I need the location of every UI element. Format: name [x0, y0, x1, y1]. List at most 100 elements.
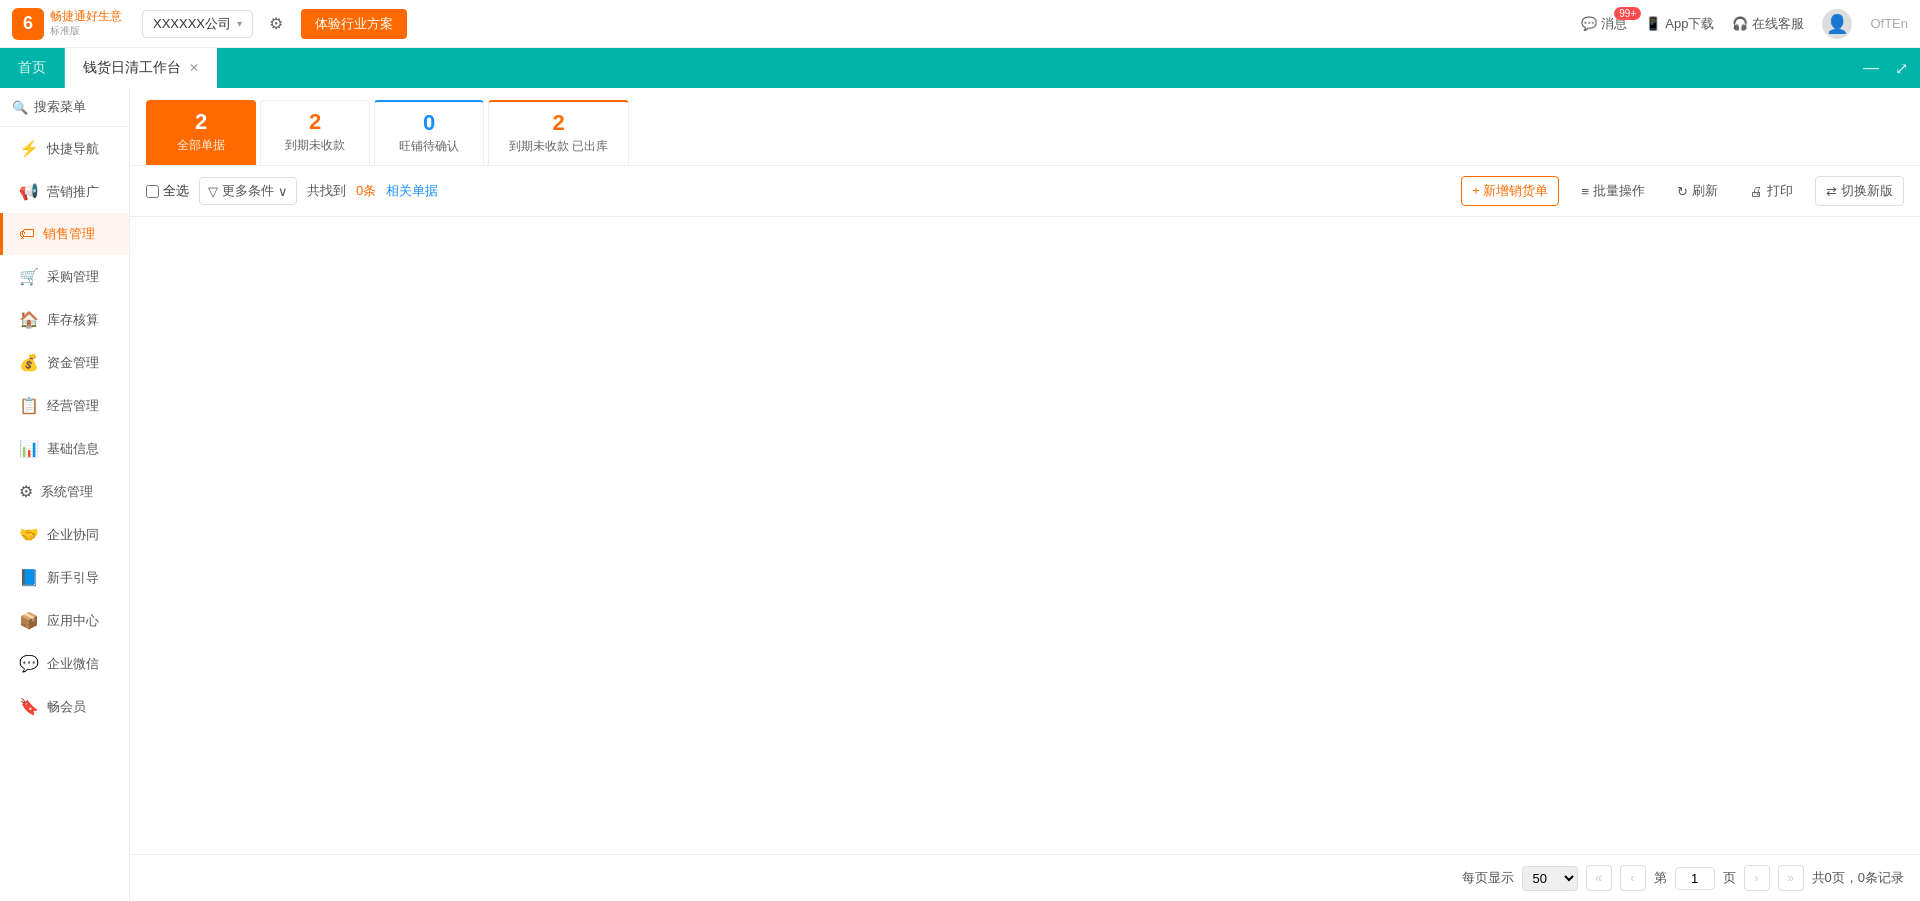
sidebar-item-label-inventory: 库存核算: [47, 311, 99, 329]
nav-tabs-bar: 首页 钱货日清工作台 ✕ — ⤢: [0, 48, 1920, 88]
filter-chevron-icon: ∨: [278, 184, 288, 199]
filter-button[interactable]: ▽ 更多条件 ∨: [199, 177, 297, 205]
main-layout: 🔍 搜索菜单 ⚡ 快捷导航 📢 营销推广 🏷 销售管理 🛒 采购管理 🏠 库存核…: [0, 88, 1920, 901]
stat-tab-wangpu[interactable]: 0 旺铺待确认: [374, 100, 484, 165]
trial-button[interactable]: 体验行业方案: [301, 9, 407, 39]
sidebar-item-marketing[interactable]: 📢 营销推广: [0, 170, 129, 213]
logo-icon: 6: [12, 8, 44, 40]
stat-overdue-number: 2: [281, 109, 349, 135]
avatar-placeholder: 👤: [1826, 13, 1848, 35]
stat-tab-all[interactable]: 2 全部单据: [146, 100, 256, 165]
first-page-button[interactable]: «: [1586, 865, 1612, 891]
toolbar: 全选 ▽ 更多条件 ∨ 共找到 0条 相关单据 + 新增销货单 ≡ 批量操作: [130, 166, 1920, 217]
sidebar-item-label-guide: 新手引导: [47, 569, 99, 587]
switch-new-button[interactable]: ⇄ 切换新版: [1815, 176, 1904, 206]
member-icon: 🔖: [19, 697, 39, 716]
prev-page-button[interactable]: ‹: [1620, 865, 1646, 891]
sidebar: 🔍 搜索菜单 ⚡ 快捷导航 📢 营销推广 🏷 销售管理 🛒 采购管理 🏠 库存核…: [0, 88, 130, 901]
refresh-button[interactable]: ↻ 刷新: [1667, 177, 1728, 205]
stat-shipped-label: 到期未收款 已出库: [509, 138, 608, 155]
enterprise-icon: 🤝: [19, 525, 39, 544]
toolbar-left: 全选 ▽ 更多条件 ∨ 共找到 0条 相关单据: [146, 177, 438, 205]
logo-text: 畅捷通好生意: [50, 9, 122, 25]
sidebar-item-guide[interactable]: 📘 新手引导: [0, 556, 129, 599]
related-link[interactable]: 相关单据: [386, 182, 438, 200]
select-all-checkbox[interactable]: 全选: [146, 182, 189, 200]
stat-tab-shipped[interactable]: 2 到期未收款 已出库: [488, 100, 629, 165]
tab-home-label: 首页: [18, 59, 46, 77]
stat-overdue-label: 到期未收款: [281, 137, 349, 154]
username-area[interactable]: OfTEn: [1870, 16, 1908, 31]
tab-close-icon[interactable]: ✕: [189, 61, 199, 75]
online-service-label: 在线客服: [1752, 15, 1804, 33]
sidebar-item-label-system: 系统管理: [41, 483, 93, 501]
sidebar-item-sales[interactable]: 🏷 销售管理: [0, 213, 129, 255]
app-download-button[interactable]: 📱 App下载: [1645, 15, 1714, 33]
print-button[interactable]: 🖨 打印: [1740, 177, 1803, 205]
sidebar-search-area[interactable]: 🔍 搜索菜单: [0, 88, 129, 127]
sidebar-item-wechat[interactable]: 💬 企业微信: [0, 642, 129, 685]
chevron-down-icon: ▾: [237, 18, 242, 29]
sidebar-item-inventory[interactable]: 🏠 库存核算: [0, 298, 129, 341]
top-bar: 6 畅捷通好生意 标准版 XXXXXX公司 ▾ ⚙ 体验行业方案 💬 消息 99…: [0, 0, 1920, 48]
sidebar-item-label-quick-nav: 快捷导航: [47, 140, 99, 158]
batch-button[interactable]: ≡ 批量操作: [1571, 177, 1655, 205]
messages-button[interactable]: 💬 消息 99+: [1581, 15, 1627, 33]
nav-tabs-actions: — ⤢: [1859, 55, 1920, 82]
page-suffix: 页: [1723, 869, 1736, 887]
avatar[interactable]: 👤: [1822, 9, 1852, 39]
refresh-label: 刷新: [1692, 182, 1718, 200]
sidebar-item-label-wechat: 企业微信: [47, 655, 99, 673]
stat-tab-overdue[interactable]: 2 到期未收款: [260, 100, 370, 165]
tab-cash-label: 钱货日清工作台: [83, 59, 181, 77]
search-icon: 🔍: [12, 100, 28, 115]
purchase-icon: 🛒: [19, 267, 39, 286]
app-download-label: App下载: [1665, 15, 1714, 33]
sidebar-item-member[interactable]: 🔖 畅会员: [0, 685, 129, 728]
basic-info-icon: 📊: [19, 439, 39, 458]
add-sale-button[interactable]: + 新增销货单: [1461, 176, 1559, 206]
next-page-button[interactable]: ›: [1744, 865, 1770, 891]
sidebar-item-purchase[interactable]: 🛒 采购管理: [0, 255, 129, 298]
sidebar-item-app-center[interactable]: 📦 应用中心: [0, 599, 129, 642]
online-service-button[interactable]: 🎧 在线客服: [1732, 15, 1804, 33]
logo-text-area: 畅捷通好生意 标准版: [50, 9, 122, 39]
per-page-select[interactable]: 50 100 200: [1522, 866, 1578, 891]
sidebar-item-label-member: 畅会员: [47, 698, 86, 716]
filter-icon: ▽: [208, 184, 218, 199]
sidebar-item-label-marketing: 营销推广: [47, 183, 99, 201]
select-all-label: 全选: [163, 182, 189, 200]
system-icon: ⚙: [19, 482, 33, 501]
sidebar-item-label-basic-info: 基础信息: [47, 440, 99, 458]
company-name: XXXXXX公司: [153, 15, 231, 33]
batch-icon: ≡: [1581, 184, 1589, 199]
maximize-icon[interactable]: ⤢: [1891, 55, 1912, 82]
quick-nav-icon: ⚡: [19, 139, 39, 158]
sidebar-item-quick-nav[interactable]: ⚡ 快捷导航: [0, 127, 129, 170]
settings-button[interactable]: ⚙: [261, 9, 291, 39]
page-number-input[interactable]: [1675, 867, 1715, 890]
print-icon: 🖨: [1750, 184, 1763, 199]
sidebar-item-enterprise[interactable]: 🤝 企业协同: [0, 513, 129, 556]
tab-home[interactable]: 首页: [0, 48, 65, 88]
stat-shipped-number: 2: [509, 110, 608, 136]
top-bar-right: 💬 消息 99+ 📱 App下载 🎧 在线客服 👤 OfTEn: [1581, 9, 1908, 39]
sidebar-item-operations[interactable]: 📋 经营管理: [0, 384, 129, 427]
stat-all-number: 2: [167, 109, 235, 135]
sidebar-item-basic-info[interactable]: 📊 基础信息: [0, 427, 129, 470]
company-selector[interactable]: XXXXXX公司 ▾: [142, 10, 253, 38]
select-all-input[interactable]: [146, 185, 159, 198]
message-icon: 💬: [1581, 16, 1597, 31]
switch-icon: ⇄: [1826, 184, 1837, 199]
sidebar-item-finance[interactable]: 💰 资金管理: [0, 341, 129, 384]
tab-cash-reconciliation[interactable]: 钱货日清工作台 ✕: [65, 48, 217, 88]
add-sale-label: + 新增销货单: [1472, 182, 1548, 200]
sidebar-item-label-finance: 资金管理: [47, 354, 99, 372]
total-text: 共0页，0条记录: [1812, 869, 1904, 887]
operations-icon: 📋: [19, 396, 39, 415]
sidebar-item-label-sales: 销售管理: [43, 225, 95, 243]
pagination-bar: 每页显示 50 100 200 « ‹ 第 页 › » 共0页，0条记录: [130, 854, 1920, 901]
minimize-icon[interactable]: —: [1859, 55, 1883, 81]
last-page-button[interactable]: »: [1778, 865, 1804, 891]
sidebar-item-system[interactable]: ⚙ 系统管理: [0, 470, 129, 513]
